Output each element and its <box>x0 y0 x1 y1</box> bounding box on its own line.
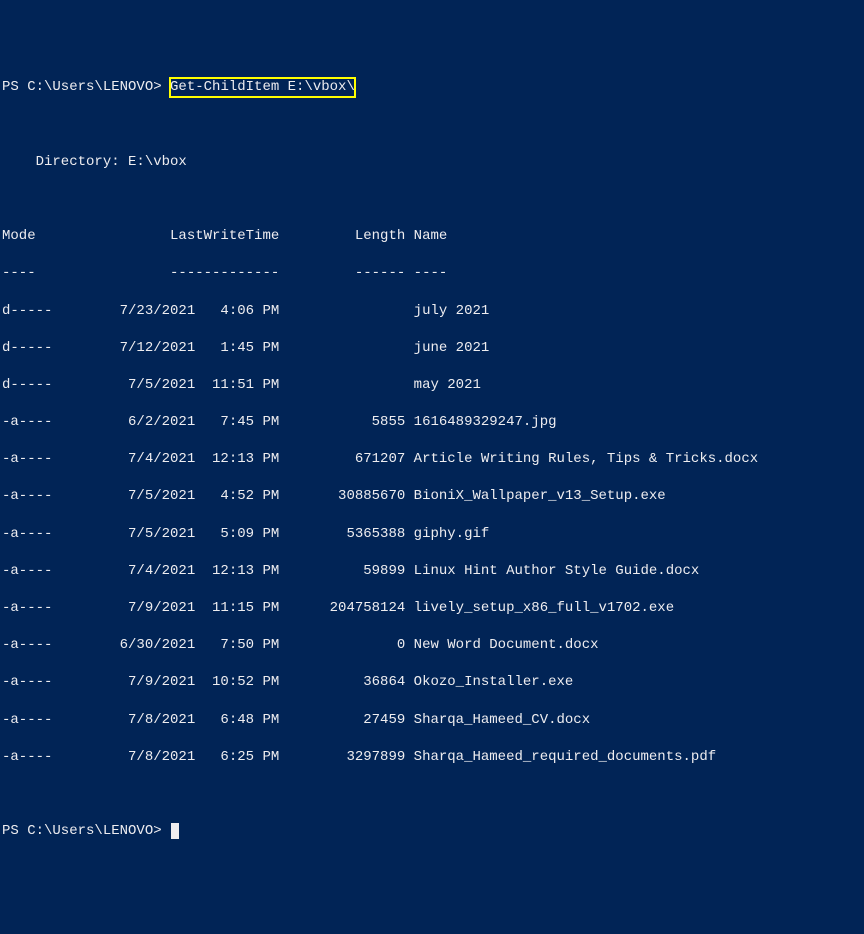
highlighted-command: Get-ChildItem E:\vbox\ <box>170 78 355 97</box>
table-row: -a---- 6/30/2021 7:50 PM 0 New Word Docu… <box>2 636 862 655</box>
header-line: Mode LastWriteTime Length Name <box>2 227 862 246</box>
table-row: -a---- 6/2/2021 7:45 PM 5855 16164893292… <box>2 413 862 432</box>
prompt-line-2[interactable]: PS C:\Users\LENOVO> <box>2 822 862 841</box>
table-row: -a---- 7/9/2021 10:52 PM 36864 Okozo_Ins… <box>2 673 862 692</box>
table-row: d----- 7/23/2021 4:06 PM july 2021 <box>2 302 862 321</box>
table-row: -a---- 7/4/2021 12:13 PM 671207 Article … <box>2 450 862 469</box>
table-row: -a---- 7/9/2021 11:15 PM 204758124 livel… <box>2 599 862 618</box>
directory-line: Directory: E:\vbox <box>2 153 862 172</box>
prompt-prefix: PS C:\Users\LENOVO> <box>2 823 170 839</box>
header-underline: ---- ------------- ------ ---- <box>2 264 862 283</box>
table-row: -a---- 7/8/2021 6:48 PM 27459 Sharqa_Ham… <box>2 711 862 730</box>
table-row: -a---- 7/5/2021 5:09 PM 5365388 giphy.gi… <box>2 525 862 544</box>
prompt-prefix: PS C:\Users\LENOVO> <box>2 79 170 95</box>
cursor <box>171 823 179 839</box>
table-row: d----- 7/5/2021 11:51 PM may 2021 <box>2 376 862 395</box>
table-row: -a---- 7/5/2021 4:52 PM 30885670 BioniX_… <box>2 487 862 506</box>
prompt-line-1: PS C:\Users\LENOVO> Get-ChildItem E:\vbo… <box>2 78 862 97</box>
table-row: d----- 7/12/2021 1:45 PM june 2021 <box>2 339 862 358</box>
table-row: -a---- 7/8/2021 6:25 PM 3297899 Sharqa_H… <box>2 748 862 767</box>
table-row: -a---- 7/4/2021 12:13 PM 59899 Linux Hin… <box>2 562 862 581</box>
